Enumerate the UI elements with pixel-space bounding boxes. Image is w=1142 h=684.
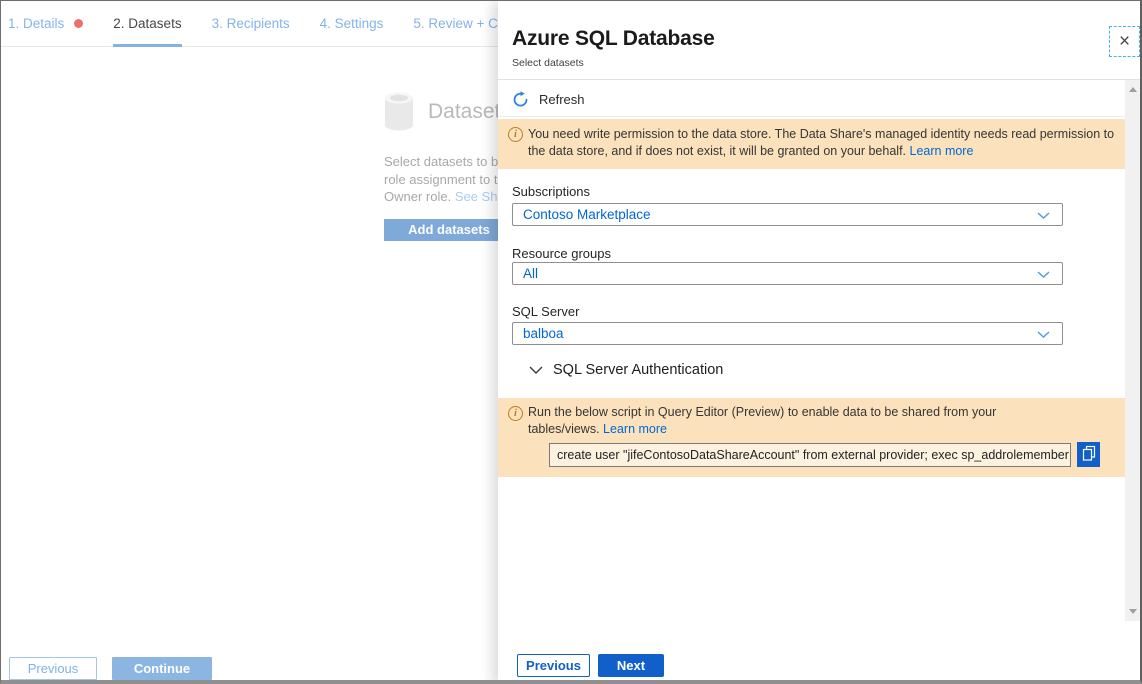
panel-scrollbar[interactable] xyxy=(1125,80,1141,621)
tab-datasets-label: 2. Datasets xyxy=(113,16,181,31)
description-line-1: Select datasets to be xyxy=(384,153,505,171)
sql-server-label: SQL Server xyxy=(512,304,579,319)
header-divider xyxy=(498,79,1142,80)
data-share-window: 1. Details 2. Datasets 3. Recipients 4. … xyxy=(0,0,1142,684)
validation-dot-icon xyxy=(74,19,83,28)
add-datasets-button[interactable]: Add datasets xyxy=(384,219,514,241)
scroll-down-icon[interactable] xyxy=(1129,609,1137,614)
description-line-3: Owner role. See Sha xyxy=(384,188,505,206)
permission-info-banner: i You need write permission to the data … xyxy=(498,119,1125,169)
script-input[interactable]: create user "jifeContosoDataShareAccount… xyxy=(549,443,1071,467)
sql-server-dropdown[interactable]: balboa xyxy=(512,322,1063,345)
subscriptions-dropdown[interactable]: Contoso Marketplace xyxy=(512,203,1063,226)
resource-groups-label: Resource groups xyxy=(512,246,611,261)
resource-groups-value: All xyxy=(523,263,538,284)
chevron-down-icon xyxy=(1037,271,1050,278)
wizard-previous-button[interactable]: Previous xyxy=(9,657,97,680)
subscriptions-value: Contoso Marketplace xyxy=(523,204,651,225)
chevron-down-icon xyxy=(529,366,543,374)
tab-recipients-label: 3. Recipients xyxy=(212,16,290,31)
tab-details-label: 1. Details xyxy=(8,16,64,31)
script-learn-more-link[interactable]: Learn more xyxy=(603,422,667,436)
wizard-tabbar: 1. Details 2. Datasets 3. Recipients 4. … xyxy=(1,1,498,47)
chevron-down-icon xyxy=(1037,331,1050,338)
subscriptions-label: Subscriptions xyxy=(512,184,590,199)
panel-subtitle: Select datasets xyxy=(512,57,584,69)
panel-title: Azure SQL Database xyxy=(512,27,715,51)
tab-recipients[interactable]: 3. Recipients xyxy=(212,1,290,47)
close-icon: × xyxy=(1119,31,1130,52)
commandbar-divider xyxy=(498,116,1142,117)
permission-banner-text: You need write permission to the data st… xyxy=(528,126,1122,160)
database-cylinder-icon xyxy=(384,92,414,136)
wizard-continue-button[interactable]: Continue xyxy=(112,657,212,680)
tab-datasets[interactable]: 2. Datasets xyxy=(113,1,181,47)
datasets-description: Select datasets to be role assignment to… xyxy=(384,153,505,206)
script-banner-text: Run the below script in Query Editor (Pr… xyxy=(528,404,1033,438)
panel-previous-button[interactable]: Previous xyxy=(517,654,590,677)
copy-icon xyxy=(1082,445,1096,461)
scroll-up-icon[interactable] xyxy=(1129,87,1137,92)
refresh-label: Refresh xyxy=(539,92,585,107)
sql-auth-label: SQL Server Authentication xyxy=(553,362,723,378)
tab-settings[interactable]: 4. Settings xyxy=(320,1,384,47)
refresh-icon xyxy=(512,91,529,108)
resource-groups-dropdown[interactable]: All xyxy=(512,262,1063,285)
info-icon: i xyxy=(508,406,523,421)
info-icon: i xyxy=(508,127,523,142)
tab-details[interactable]: 1. Details xyxy=(8,1,83,47)
description-line-2: role assignment to t xyxy=(384,171,505,189)
sql-server-value: balboa xyxy=(523,323,564,344)
chevron-down-icon xyxy=(1037,212,1050,219)
sql-auth-section-toggle[interactable]: SQL Server Authentication xyxy=(529,362,723,378)
panel-next-button[interactable]: Next xyxy=(598,654,664,677)
refresh-button[interactable]: Refresh xyxy=(512,91,585,108)
script-info-banner: i Run the below script in Query Editor (… xyxy=(498,398,1125,477)
learn-more-link[interactable]: Learn more xyxy=(910,144,974,158)
tab-settings-label: 4. Settings xyxy=(320,16,384,31)
copy-button[interactable] xyxy=(1077,442,1100,467)
close-button[interactable]: × xyxy=(1109,26,1140,57)
azure-sql-database-panel: Azure SQL Database Select datasets × Ref… xyxy=(498,1,1142,684)
